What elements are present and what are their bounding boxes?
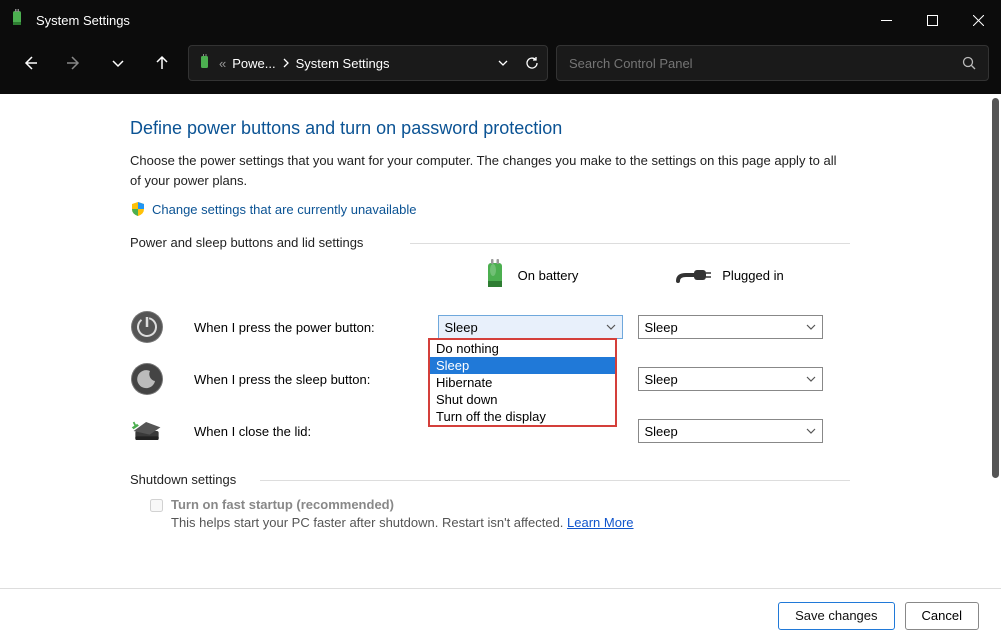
window-title: System Settings <box>36 13 863 28</box>
option-sleep[interactable]: Sleep <box>430 357 615 374</box>
fast-startup-checkbox[interactable] <box>150 499 163 512</box>
app-icon <box>8 9 26 31</box>
toolbar: « Powe... System Settings <box>0 40 1001 94</box>
chevron-down-icon[interactable] <box>497 57 509 69</box>
close-button[interactable] <box>955 0 1001 40</box>
lid-icon <box>130 414 164 448</box>
up-button[interactable] <box>144 45 180 81</box>
page-title: Define power buttons and turn on passwor… <box>130 118 850 139</box>
power-button-icon <box>130 310 164 344</box>
minimize-button[interactable] <box>863 0 909 40</box>
sleep-button-icon <box>130 362 164 396</box>
address-bar[interactable]: « Powe... System Settings <box>188 45 548 81</box>
cancel-button[interactable]: Cancel <box>905 602 979 630</box>
option-do-nothing[interactable]: Do nothing <box>430 340 615 357</box>
titlebar: System Settings <box>0 0 1001 40</box>
battery-large-icon <box>482 258 508 292</box>
dropdown-power-plugged[interactable]: Sleep <box>638 315 823 339</box>
back-button[interactable] <box>12 45 48 81</box>
search-input[interactable] <box>569 56 962 71</box>
fast-startup-desc: This helps start your PC faster after sh… <box>171 515 634 530</box>
option-shut-down[interactable]: Shut down <box>430 391 615 408</box>
change-settings-link[interactable]: Change settings that are currently unava… <box>152 202 417 217</box>
search-icon <box>962 56 976 70</box>
option-hibernate[interactable]: Hibernate <box>430 374 615 391</box>
row-lid-label: When I close the lid: <box>190 424 430 439</box>
col-plugged-label: Plugged in <box>722 268 783 283</box>
battery-icon <box>197 54 213 72</box>
dropdown-power-battery-list: Do nothing Sleep Hibernate Shut down Tur… <box>428 338 617 427</box>
scrollbar[interactable] <box>992 98 999 478</box>
row-power-label: When I press the power button: <box>190 320 430 335</box>
forward-button[interactable] <box>56 45 92 81</box>
breadcrumb-prefix: « <box>219 56 226 71</box>
search-bar[interactable] <box>556 45 989 81</box>
row-sleep-label: When I press the sleep button: <box>190 372 430 387</box>
plug-icon <box>676 265 712 285</box>
learn-more-link[interactable]: Learn More <box>567 515 633 530</box>
chevron-down-icon <box>806 426 816 436</box>
content-area: Define power buttons and turn on passwor… <box>0 94 1001 642</box>
save-button[interactable]: Save changes <box>778 602 894 630</box>
dropdown-lid-plugged-value: Sleep <box>645 424 678 439</box>
dropdown-power-battery-value: Sleep <box>445 320 478 335</box>
section-power-sleep: Power and sleep buttons and lid settings <box>130 235 850 250</box>
dropdown-lid-plugged[interactable]: Sleep <box>638 419 823 443</box>
history-dropdown-button[interactable] <box>100 45 136 81</box>
maximize-button[interactable] <box>909 0 955 40</box>
section-shutdown: Shutdown settings <box>130 472 850 487</box>
dropdown-sleep-plugged-value: Sleep <box>645 372 678 387</box>
chevron-down-icon <box>806 322 816 332</box>
chevron-down-icon <box>606 322 616 332</box>
fast-startup-label: Turn on fast startup (recommended) <box>171 497 634 512</box>
breadcrumb-2[interactable]: System Settings <box>296 56 390 71</box>
column-on-battery: On battery <box>430 258 630 292</box>
breadcrumb-1[interactable]: Powe... <box>232 56 275 71</box>
footer: Save changes Cancel <box>0 588 1001 642</box>
column-plugged-in: Plugged in <box>630 265 830 285</box>
dropdown-power-plugged-value: Sleep <box>645 320 678 335</box>
chevron-down-icon <box>806 374 816 384</box>
page-description: Choose the power settings that you want … <box>130 151 850 191</box>
option-turn-off-display[interactable]: Turn off the display <box>430 408 615 425</box>
shield-icon <box>130 201 146 217</box>
refresh-icon[interactable] <box>525 56 539 70</box>
dropdown-sleep-plugged[interactable]: Sleep <box>638 367 823 391</box>
dropdown-power-battery[interactable]: Sleep <box>438 315 623 339</box>
col-battery-label: On battery <box>518 268 579 283</box>
chevron-right-icon <box>282 58 290 68</box>
